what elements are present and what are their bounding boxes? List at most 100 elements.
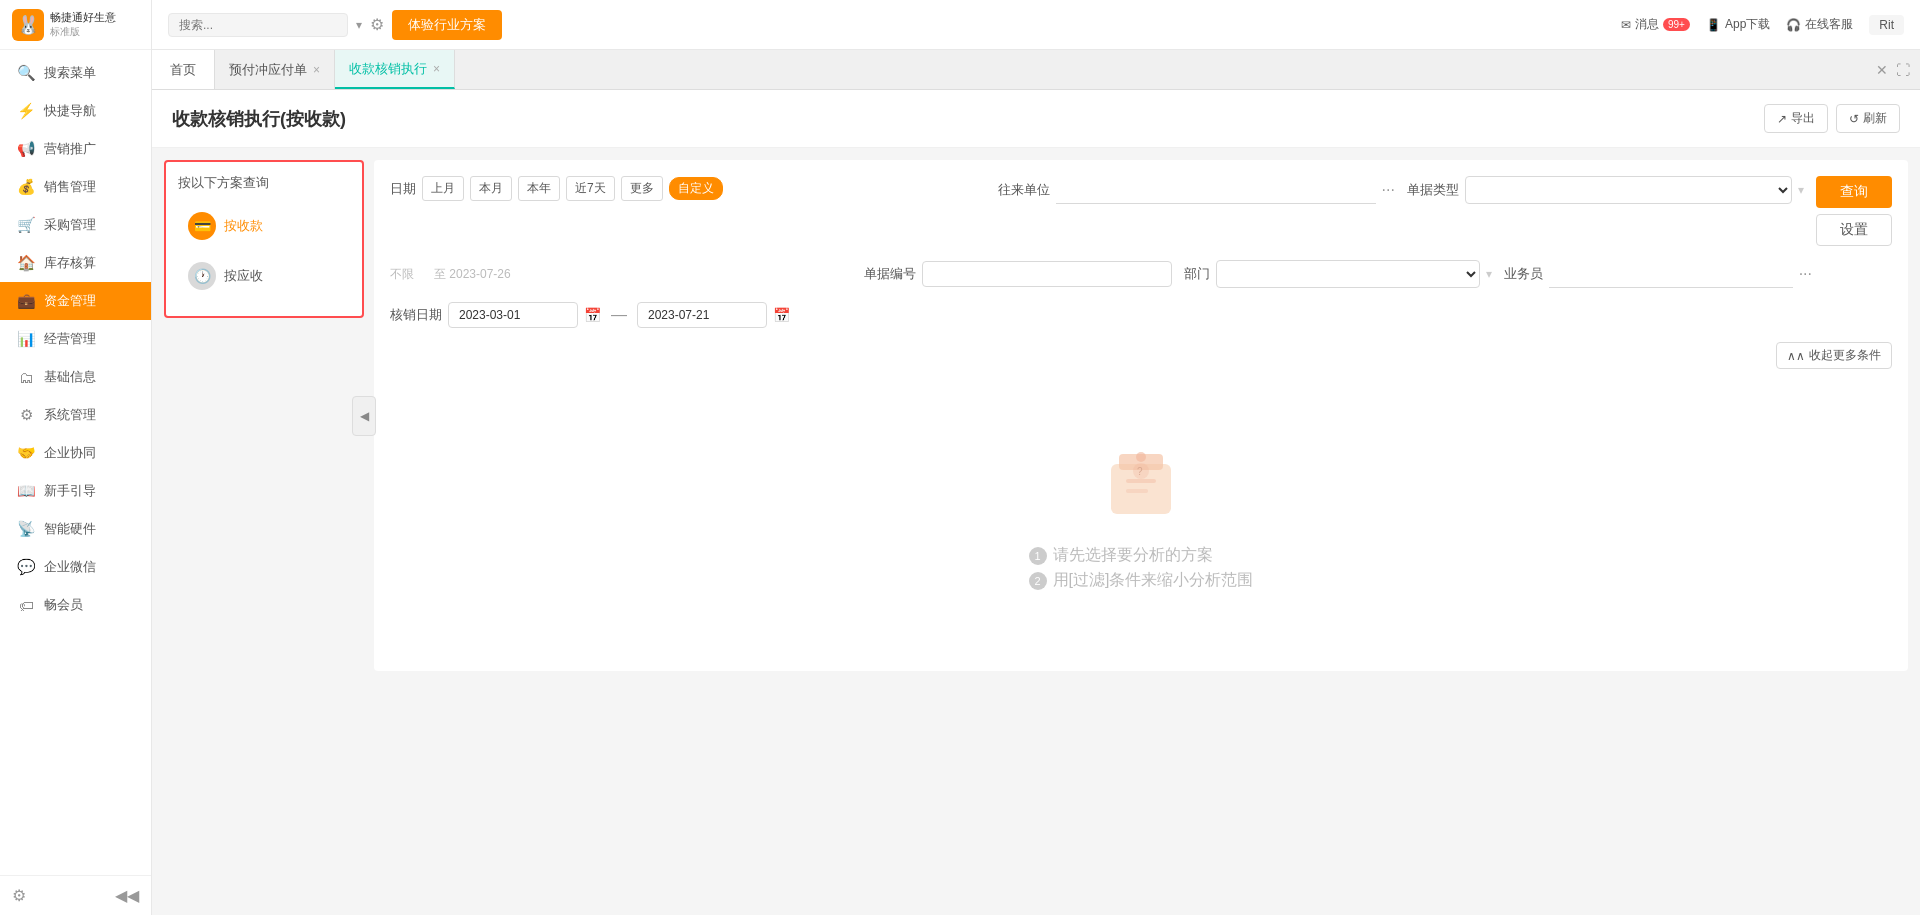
tab-actions: ✕ ⛶	[1866, 50, 1920, 89]
query-button[interactable]: 查询	[1816, 176, 1892, 208]
partner-more-icon[interactable]: ···	[1382, 181, 1395, 199]
tab-close-active-icon[interactable]: ×	[433, 62, 440, 76]
sidebar-item-finance[interactable]: 💼 资金管理	[0, 282, 151, 320]
sidebar-item-basic[interactable]: 🗂 基础信息	[0, 358, 151, 396]
online-service-button[interactable]: 🎧 在线客服	[1786, 16, 1853, 33]
search-input[interactable]	[168, 13, 348, 37]
headset-icon: 🎧	[1786, 18, 1801, 32]
gear-icon[interactable]: ⚙	[370, 15, 384, 34]
page-header-actions: ↗ 导出 ↺ 刷新	[1764, 104, 1900, 147]
export-icon: ↗	[1777, 112, 1787, 126]
date-btn-this-month[interactable]: 本月	[470, 176, 512, 201]
staff-more-icon[interactable]: ···	[1799, 265, 1812, 283]
finance-icon: 💼	[16, 292, 36, 310]
sidebar-item-wechat[interactable]: 💬 企业微信	[0, 548, 151, 586]
page-title: 收款核销执行(按收款)	[172, 107, 346, 145]
settings-icon[interactable]: ⚙	[12, 886, 26, 905]
date-btn-more[interactable]: 更多	[621, 176, 663, 201]
sidebar-item-label: 营销推广	[44, 140, 96, 158]
export-button[interactable]: ↗ 导出	[1764, 104, 1828, 133]
close-window-icon[interactable]: ✕	[1876, 62, 1888, 78]
calendar-start-icon[interactable]: 📅	[584, 307, 601, 323]
dept-select[interactable]	[1216, 260, 1480, 288]
logo-area: 🐰 畅捷通好生意 标准版	[0, 0, 151, 50]
system-icon: ⚙	[16, 406, 36, 424]
sidebar-item-operation[interactable]: 📊 经营管理	[0, 320, 151, 358]
verify-date-end-input[interactable]	[637, 302, 767, 328]
tab-receipt-verify[interactable]: 收款核销执行 ×	[335, 50, 455, 89]
verify-date-label: 核销日期	[390, 306, 442, 324]
tab-spacer	[455, 50, 1866, 89]
bill-no-input[interactable]	[922, 261, 1172, 287]
collab-icon: 🤝	[16, 444, 36, 462]
sidebar: 🐰 畅捷通好生意 标准版 🔍 搜索菜单 ⚡ 快捷导航 📢 营销推广 💰 销售管理…	[0, 0, 152, 915]
app-download-button[interactable]: 📱 App下载	[1706, 16, 1770, 33]
empty-state: ? 1 请先选择要分析的方案 2 用[过滤]条件来缩小分析范围	[390, 369, 1892, 655]
date-no-limit-text: 不限	[390, 266, 428, 283]
query-panel: 按以下方案查询 💳 按收款 🕐 按应收	[164, 160, 364, 318]
sidebar-nav: 🔍 搜索菜单 ⚡ 快捷导航 📢 营销推广 💰 销售管理 🛒 采购管理 🏠 库存核…	[0, 50, 151, 875]
date-custom-button[interactable]: 自定义	[669, 177, 723, 200]
sidebar-item-inventory[interactable]: 🏠 库存核算	[0, 244, 151, 282]
query-panel-wrapper: 按以下方案查询 💳 按收款 🕐 按应收 ◀	[164, 160, 364, 671]
solution-button[interactable]: 体验行业方案	[392, 10, 502, 40]
date-btn-this-year[interactable]: 本年	[518, 176, 560, 201]
sidebar-item-label: 畅会员	[44, 596, 83, 614]
date-btn-7days[interactable]: 近7天	[566, 176, 615, 201]
collapse-more-button[interactable]: ∧∧ 收起更多条件	[1776, 342, 1892, 369]
query-option-receivable-label: 按应收	[224, 267, 263, 285]
sidebar-item-search[interactable]: 🔍 搜索菜单	[0, 54, 151, 92]
user-profile[interactable]: Rit	[1869, 15, 1904, 35]
query-panel-title: 按以下方案查询	[178, 174, 350, 192]
svg-rect-4	[1126, 489, 1148, 493]
bill-type-select[interactable]	[1465, 176, 1792, 204]
collapse-more-label: 收起更多条件	[1809, 347, 1881, 364]
page-header: 收款核销执行(按收款) ↗ 导出 ↺ 刷新	[152, 90, 1920, 148]
message-label: 消息	[1635, 16, 1659, 33]
sidebar-item-nav[interactable]: ⚡ 快捷导航	[0, 92, 151, 130]
marketing-icon: 📢	[16, 140, 36, 158]
tab-prepay[interactable]: 预付冲应付单 ×	[215, 50, 335, 89]
guide-icon: 📖	[16, 482, 36, 500]
message-button[interactable]: ✉ 消息 99+	[1621, 16, 1690, 33]
maximize-icon[interactable]: ⛶	[1896, 62, 1910, 78]
receivable-option-icon: 🕐	[188, 262, 216, 290]
sidebar-item-guide[interactable]: 📖 新手引导	[0, 472, 151, 510]
collapse-sidebar-icon[interactable]: ◀◀	[115, 886, 139, 905]
query-panel-collapse-button[interactable]: ◀	[352, 396, 376, 436]
empty-hints: 1 请先选择要分析的方案 2 用[过滤]条件来缩小分析范围	[1029, 545, 1254, 595]
partner-label: 往来单位	[998, 181, 1050, 199]
topbar: ▾ ⚙ 体验行业方案 ✉ 消息 99+ 📱 App下载 🎧 在线客服 Rit	[152, 0, 1920, 50]
sidebar-item-system[interactable]: ⚙ 系统管理	[0, 396, 151, 434]
dept-chevron-icon: ▾	[1486, 267, 1492, 281]
tab-close-icon[interactable]: ×	[313, 63, 320, 77]
sales-icon: 💰	[16, 178, 36, 196]
query-option-by-receipt[interactable]: 💳 按收款	[178, 204, 350, 248]
sidebar-item-label: 企业微信	[44, 558, 96, 576]
sidebar-item-marketing[interactable]: 📢 营销推广	[0, 130, 151, 168]
sidebar-item-label: 经营管理	[44, 330, 96, 348]
hint-step-1: 1 请先选择要分析的方案	[1029, 545, 1254, 566]
receipt-option-icon: 💳	[188, 212, 216, 240]
refresh-button[interactable]: ↺ 刷新	[1836, 104, 1900, 133]
app-name: 畅捷通好生意	[50, 10, 116, 24]
setting-button[interactable]: 设置	[1816, 214, 1892, 246]
tab-home[interactable]: 首页	[152, 50, 215, 89]
date-btn-last-month[interactable]: 上月	[422, 176, 464, 201]
tab-prepay-label: 预付冲应付单	[229, 61, 307, 79]
date-filter-group: 上月 本月 本年 近7天 更多 自定义	[422, 176, 723, 201]
query-option-by-receivable[interactable]: 🕐 按应收	[178, 254, 350, 298]
sidebar-item-sales[interactable]: 💰 销售管理	[0, 168, 151, 206]
wechat-icon: 💬	[16, 558, 36, 576]
tab-receipt-verify-label: 收款核销执行	[349, 60, 427, 78]
sidebar-item-member[interactable]: 🏷 畅会员	[0, 586, 151, 624]
sidebar-item-purchase[interactable]: 🛒 采购管理	[0, 206, 151, 244]
svg-text:?: ?	[1137, 466, 1143, 477]
hint-num-2: 2	[1029, 572, 1047, 590]
sidebar-item-hardware[interactable]: 📡 智能硬件	[0, 510, 151, 548]
calendar-end-icon[interactable]: 📅	[773, 307, 790, 323]
chevron-down-icon: ▾	[356, 18, 362, 32]
hint-step-2: 2 用[过滤]条件来缩小分析范围	[1029, 570, 1254, 591]
verify-date-start-input[interactable]	[448, 302, 578, 328]
sidebar-item-collab[interactable]: 🤝 企业协同	[0, 434, 151, 472]
